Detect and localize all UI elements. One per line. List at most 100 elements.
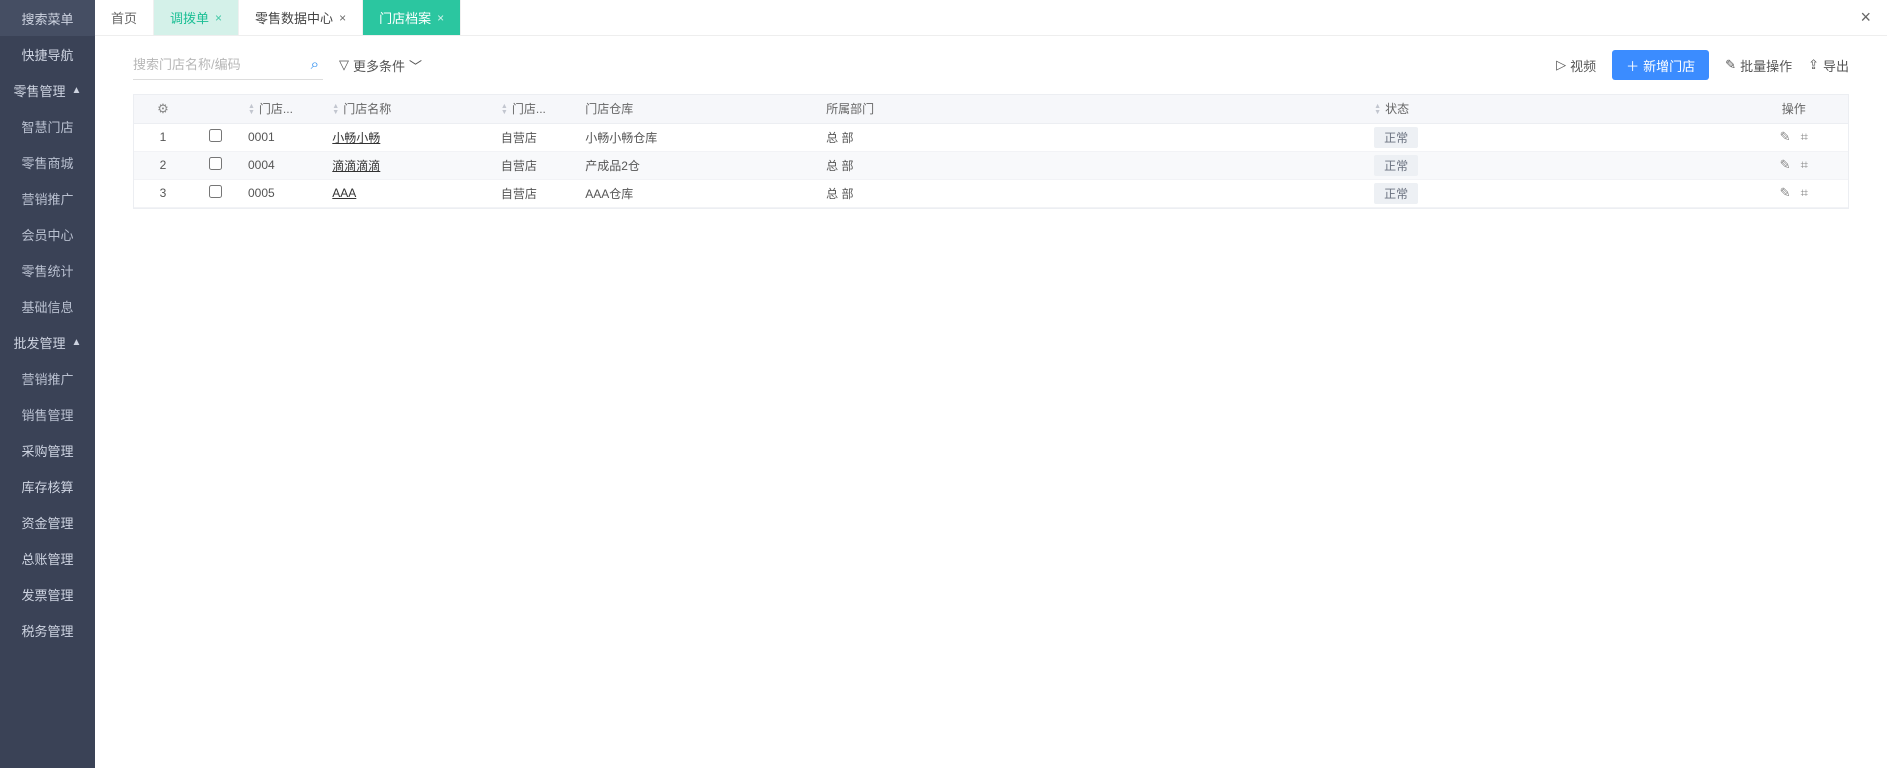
sidebar-item-retail-mall[interactable]: 零售商城 <box>0 144 95 180</box>
status-badge: 正常 <box>1374 127 1418 148</box>
cell-dept: 总 部 <box>818 151 1366 179</box>
sidebar-search-menu[interactable]: 搜索菜单 <box>0 0 95 36</box>
store-table: ⚙ ▲▼门店... ▲▼门店名称 ▲▼门店... 门店仓库 所属部门 ▲▼状态 … <box>134 95 1848 208</box>
tab-home[interactable]: 首页 <box>95 0 154 35</box>
cell-depot: 产成品2仓 <box>577 151 818 179</box>
close-icon: × <box>1860 7 1871 28</box>
close-icon[interactable]: × <box>339 11 346 25</box>
sidebar: 搜索菜单 快捷导航 零售管理 ▲ 智慧门店 零售商城 营销推广 会员中心 零售统… <box>0 0 95 768</box>
sidebar-item-sales-manage[interactable]: 销售管理 <box>0 396 95 432</box>
toolbar: ⌕ ▽ 更多条件 ﹀ ▷ 视频 ＋ 新增门店 ✎ 批量操作 ⇪ 导出 <box>95 36 1887 94</box>
play-icon: ▷ <box>1556 57 1566 73</box>
sidebar-item-invoice[interactable]: 发票管理 <box>0 576 95 612</box>
edit-row-icon[interactable]: ✎ <box>1780 185 1791 201</box>
qr-icon[interactable]: ⌗ <box>1801 185 1808 201</box>
row-checkbox[interactable] <box>209 185 222 198</box>
sidebar-quick-nav[interactable]: 快捷导航 <box>0 36 95 72</box>
edit-row-icon[interactable]: ✎ <box>1780 157 1791 173</box>
qr-icon[interactable]: ⌗ <box>1801 129 1808 145</box>
th-store-code[interactable]: ▲▼门店... <box>240 95 324 123</box>
row-checkbox[interactable] <box>209 129 222 142</box>
sidebar-item-ledger[interactable]: 总账管理 <box>0 540 95 576</box>
search-input[interactable] <box>133 50 323 80</box>
export-button[interactable]: ⇪ 导出 <box>1808 56 1849 75</box>
tab-transfer-order[interactable]: 调拨单 × <box>154 0 239 35</box>
cell-depot: AAA仓库 <box>577 179 818 207</box>
status-badge: 正常 <box>1374 155 1418 176</box>
cell-dept: 总 部 <box>818 179 1366 207</box>
cell-code: 0005 <box>240 179 324 207</box>
sidebar-item-wholesale-marketing[interactable]: 营销推广 <box>0 360 95 396</box>
sidebar-item-marketing[interactable]: 营销推广 <box>0 180 95 216</box>
sort-icon: ▲▼ <box>1374 104 1381 116</box>
sidebar-retail-sub: 智慧门店 零售商城 营销推广 会员中心 零售统计 基础信息 <box>0 108 95 324</box>
th-store-name[interactable]: ▲▼门店名称 <box>324 95 493 123</box>
sort-icon: ▲▼ <box>501 104 508 116</box>
table-row: 1 0001 小畅小畅 自营店 小畅小畅仓库 总 部 正常 ✎⌗ <box>134 123 1848 151</box>
store-name-link[interactable]: 滴滴滴滴 <box>332 159 380 173</box>
close-icon[interactable]: × <box>215 11 222 25</box>
caret-up-icon: ▲ <box>72 337 82 348</box>
sidebar-item-member-center[interactable]: 会员中心 <box>0 216 95 252</box>
edit-row-icon[interactable]: ✎ <box>1780 129 1791 145</box>
video-link[interactable]: ▷ 视频 <box>1556 56 1596 75</box>
status-badge: 正常 <box>1374 183 1418 204</box>
th-status[interactable]: ▲▼状态 <box>1366 95 1739 123</box>
table-row: 2 0004 滴滴滴滴 自营店 产成品2仓 总 部 正常 ✎ ⌗ <box>134 151 1848 179</box>
sort-icon: ▲▼ <box>248 104 255 116</box>
search-wrap: ⌕ <box>133 50 323 80</box>
row-checkbox[interactable] <box>209 157 222 170</box>
sidebar-item-retail-stats[interactable]: 零售统计 <box>0 252 95 288</box>
filter-label: 更多条件 <box>353 56 405 75</box>
table-body: 1 0001 小畅小畅 自营店 小畅小畅仓库 总 部 正常 ✎⌗ 2 0004 … <box>134 123 1848 207</box>
th-depot: 门店仓库 <box>577 95 818 123</box>
cell-index: 2 <box>134 151 192 179</box>
th-operations: 操作 <box>1740 95 1848 123</box>
plus-icon: ＋ <box>1626 56 1639 75</box>
cell-code: 0004 <box>240 151 324 179</box>
table-header-row: ⚙ ▲▼门店... ▲▼门店名称 ▲▼门店... 门店仓库 所属部门 ▲▼状态 … <box>134 95 1848 123</box>
close-icon[interactable]: × <box>437 11 444 25</box>
sidebar-group-retail[interactable]: 零售管理 ▲ <box>0 72 95 108</box>
sort-icon: ▲▼ <box>332 104 339 116</box>
sidebar-group-wholesale[interactable]: 批发管理 ▲ <box>0 324 95 360</box>
tab-bar: 首页 调拨单 × 零售数据中心 × 门店档案 × × <box>95 0 1887 36</box>
cell-dept: 总 部 <box>818 123 1366 151</box>
export-icon: ⇪ <box>1808 57 1819 73</box>
table-row: 3 0005 AAA 自营店 AAA仓库 总 部 正常 ✎ ⌗ <box>134 179 1848 207</box>
tab-retail-data-center[interactable]: 零售数据中心 × <box>239 0 363 35</box>
store-name-link[interactable]: 小畅小畅 <box>332 131 380 145</box>
sidebar-item-inventory[interactable]: 库存核算 <box>0 468 95 504</box>
add-store-button[interactable]: ＋ 新增门店 <box>1612 50 1709 80</box>
th-settings[interactable]: ⚙ <box>134 95 192 123</box>
main-area: 首页 调拨单 × 零售数据中心 × 门店档案 × × ⌕ ▽ 更多条件 ﹀ ▷ … <box>95 0 1887 768</box>
cell-type: 自营店 <box>493 123 577 151</box>
store-name-link[interactable]: AAA <box>332 186 356 200</box>
cell-type: 自营店 <box>493 179 577 207</box>
batch-ops-button[interactable]: ✎ 批量操作 <box>1725 56 1792 75</box>
gear-icon: ⚙ <box>157 101 169 117</box>
th-dept: 所属部门 <box>818 95 1366 123</box>
sidebar-item-funds[interactable]: 资金管理 <box>0 504 95 540</box>
edit-icon: ✎ <box>1725 57 1736 73</box>
chevron-down-icon: ﹀ <box>409 56 422 75</box>
cell-depot: 小畅小畅仓库 <box>577 123 818 151</box>
caret-up-icon: ▲ <box>72 85 82 96</box>
sidebar-item-smart-store[interactable]: 智慧门店 <box>0 108 95 144</box>
sidebar-wholesale-sub: 营销推广 销售管理 <box>0 360 95 432</box>
tab-store-archive[interactable]: 门店档案 × <box>363 0 461 35</box>
sidebar-item-basic-info[interactable]: 基础信息 <box>0 288 95 324</box>
close-all-tabs[interactable]: × <box>1852 0 1879 35</box>
cell-type: 自营店 <box>493 151 577 179</box>
cell-index: 1 <box>134 123 192 151</box>
search-icon[interactable]: ⌕ <box>311 56 319 73</box>
cell-index: 3 <box>134 179 192 207</box>
filter-more-conditions[interactable]: ▽ 更多条件 ﹀ <box>339 56 422 75</box>
sidebar-item-purchase[interactable]: 采购管理 <box>0 432 95 468</box>
th-store-type[interactable]: ▲▼门店... <box>493 95 577 123</box>
th-checkbox <box>192 95 240 123</box>
table-wrap: ⚙ ▲▼门店... ▲▼门店名称 ▲▼门店... 门店仓库 所属部门 ▲▼状态 … <box>133 94 1849 209</box>
funnel-icon: ▽ <box>339 57 349 73</box>
sidebar-item-tax[interactable]: 税务管理 <box>0 612 95 648</box>
qr-icon[interactable]: ⌗ <box>1801 157 1808 173</box>
